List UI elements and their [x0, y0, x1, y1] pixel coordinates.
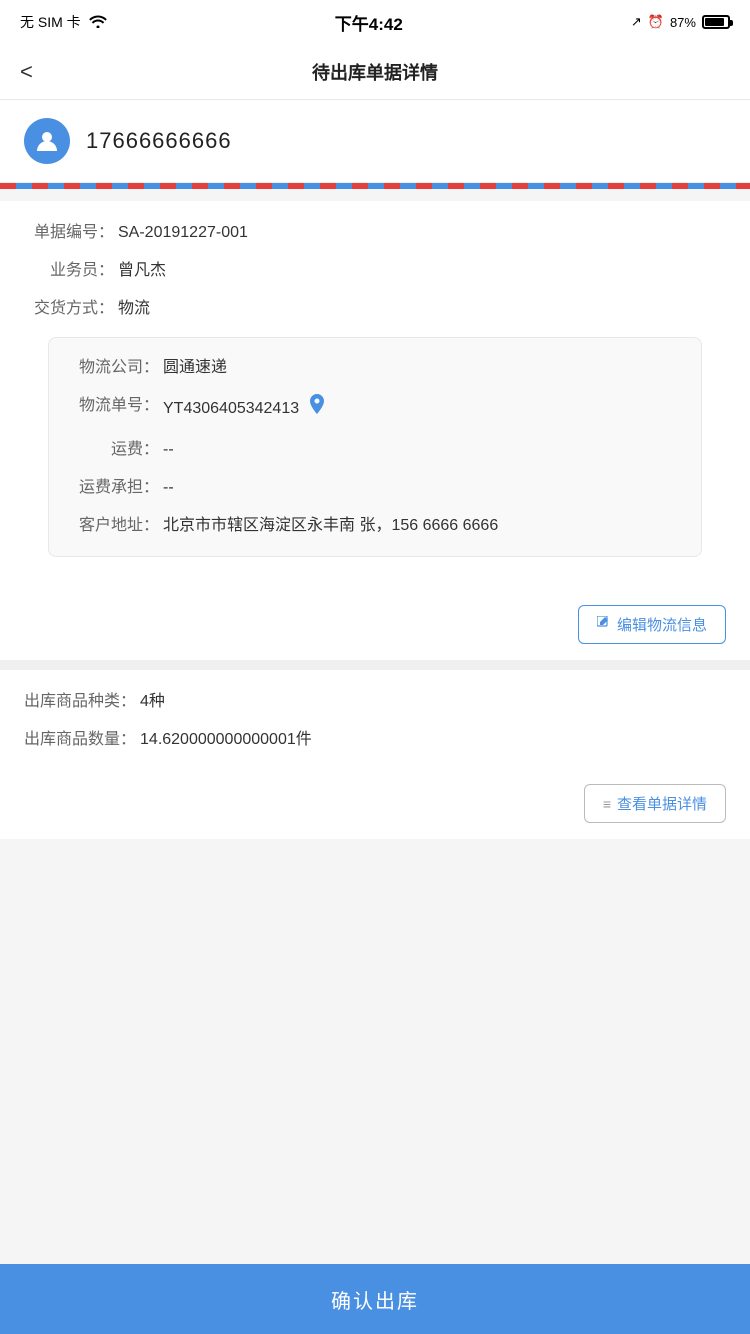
battery-percent: 87% — [670, 15, 696, 30]
logistics-address-value: 北京市市辖区海淀区永丰南 张，156 6666 6666 — [163, 514, 681, 538]
logistics-freight-bearer-label: 运费承担： — [69, 476, 159, 500]
salesman-value: 曾凡杰 — [118, 259, 726, 283]
edit-btn-wrap: 编辑物流信息 — [0, 593, 750, 660]
status-right: ↗ ⏰ 87% — [631, 14, 730, 30]
logistics-tracking-label: 物流单号： — [69, 394, 159, 418]
edit-btn-label: 编辑物流信息 — [617, 614, 707, 635]
order-no-label: 单据编号： — [24, 221, 114, 245]
avatar — [24, 118, 70, 164]
logistics-freight-label: 运费： — [69, 438, 159, 462]
view-btn-label: 查看单据详情 — [617, 793, 707, 814]
status-time: 下午4:42 — [335, 10, 403, 35]
logistics-address-label: 客户地址： — [69, 514, 159, 538]
battery-icon — [702, 15, 730, 29]
tracking-location-icon[interactable] — [307, 394, 327, 424]
location-status-icon: ↗ — [631, 14, 642, 30]
salesman-row: 业务员： 曾凡杰 — [24, 259, 726, 283]
logistics-address-row: 客户地址： 北京市市辖区海淀区永丰南 张，156 6666 6666 — [69, 514, 681, 538]
logistics-company-label: 物流公司： — [69, 356, 159, 380]
edit-logistics-button[interactable]: 编辑物流信息 — [578, 605, 726, 644]
delivery-label: 交货方式： — [24, 297, 114, 321]
user-phone: 17666666666 — [86, 128, 232, 154]
goods-types-label: 出库商品种类： — [24, 690, 136, 714]
logistics-tracking-value: YT4306405342413 — [163, 394, 681, 424]
goods-quantity-row: 出库商品数量： 14.620000000000001件 — [24, 728, 726, 752]
order-no-row: 单据编号： SA-20191227-001 — [24, 221, 726, 245]
status-left: 无 SIM 卡 — [20, 12, 107, 32]
logistics-company-row: 物流公司： 圆通速递 — [69, 356, 681, 380]
logistics-freight-row: 运费： -- — [69, 438, 681, 462]
confirm-btn-label: 确认出库 — [331, 1285, 419, 1314]
status-bar: 无 SIM 卡 下午4:42 ↗ ⏰ 87% — [0, 0, 750, 44]
alarm-icon: ⏰ — [648, 14, 664, 30]
logistics-company-value: 圆通速递 — [163, 356, 681, 380]
view-details-button[interactable]: ≡ 查看单据详情 — [584, 784, 726, 823]
delivery-row: 交货方式： 物流 — [24, 297, 726, 321]
dashed-separator — [0, 183, 750, 189]
nav-bar: < 待出库单据详情 — [0, 44, 750, 100]
logistics-freight-bearer-value: -- — [163, 476, 681, 500]
delivery-value: 物流 — [118, 297, 726, 321]
goods-section: 出库商品种类： 4种 出库商品数量： 14.620000000000001件 — [0, 670, 750, 772]
logistics-card: 物流公司： 圆通速递 物流单号： YT4306405342413 — [48, 337, 702, 557]
section-divider — [0, 660, 750, 670]
logistics-freight-bearer-row: 运费承担： -- — [69, 476, 681, 500]
view-btn-wrap: ≡ 查看单据详情 — [0, 772, 750, 839]
goods-quantity-label: 出库商品数量： — [24, 728, 136, 752]
order-no-value: SA-20191227-001 — [118, 221, 726, 245]
carrier-text: 无 SIM 卡 — [20, 12, 81, 32]
view-icon: ≡ — [603, 796, 611, 812]
back-button[interactable]: < — [20, 51, 41, 93]
tracking-number-text: YT4306405342413 — [163, 397, 299, 421]
goods-types-value: 4种 — [140, 690, 726, 714]
salesman-label: 业务员： — [24, 259, 114, 283]
confirm-button-bar[interactable]: 确认出库 — [0, 1264, 750, 1334]
order-info-section: 单据编号： SA-20191227-001 业务员： 曾凡杰 交货方式： 物流 … — [0, 201, 750, 593]
logistics-freight-value: -- — [163, 438, 681, 462]
wifi-icon — [89, 14, 107, 31]
logistics-tracking-row: 物流单号： YT4306405342413 — [69, 394, 681, 424]
user-header: 17666666666 — [0, 100, 750, 183]
edit-icon — [597, 616, 611, 633]
goods-quantity-value: 14.620000000000001件 — [140, 728, 726, 752]
page-title: 待出库单据详情 — [312, 59, 438, 85]
goods-types-row: 出库商品种类： 4种 — [24, 690, 726, 714]
